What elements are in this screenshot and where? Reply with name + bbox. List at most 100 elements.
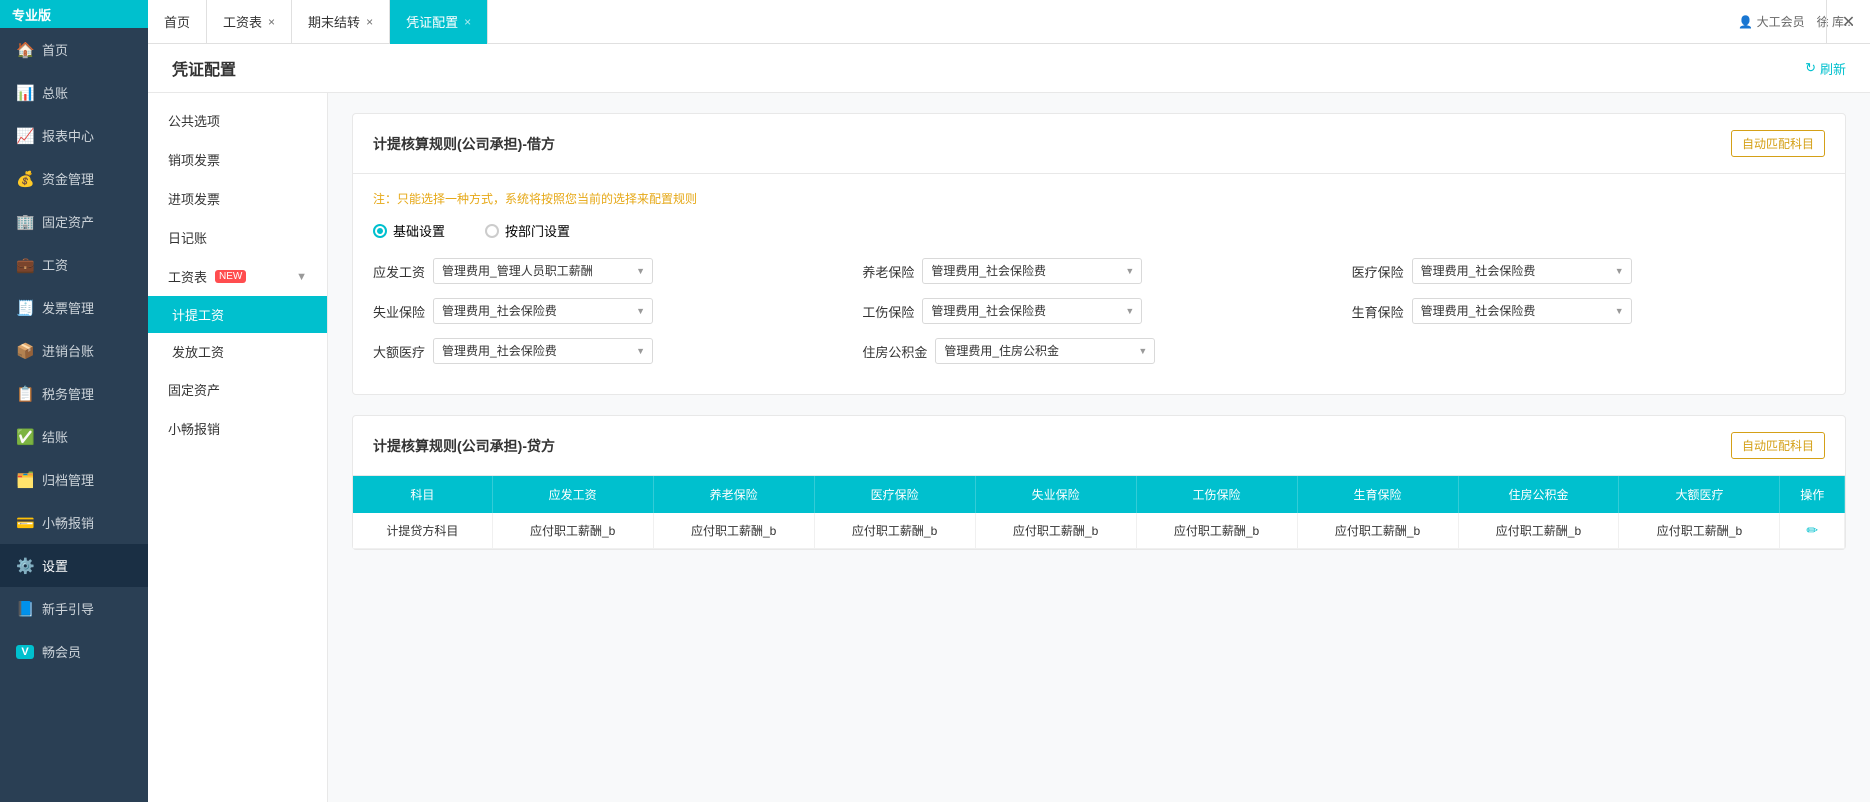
- unemployment-select[interactable]: 管理费用_社会保险费: [433, 298, 653, 324]
- main-content: 首页 工资表 × 期末结转 × 凭证配置 × 👤 大工会员 徐 库... ✕ 凭…: [148, 0, 1870, 802]
- tab-salary-table-close[interactable]: ×: [268, 15, 275, 29]
- col-subject: 科目: [353, 476, 492, 513]
- credit-table-wrapper: 科目 应发工资 养老保险 医疗保险 失业保险 工伤保险 生育保险 住房公积金 大…: [353, 476, 1845, 549]
- tab-salary-table-label: 工资表: [223, 12, 262, 31]
- debit-field-salary: 应发工资 管理费用_管理人员职工薪酬: [373, 258, 846, 284]
- col-pension: 养老保险: [653, 476, 814, 513]
- left-nav-item-label: 计提工资: [172, 308, 224, 323]
- radio-group: 基础设置 按部门设置: [373, 221, 1825, 240]
- unemployment-select-wrapper: 管理费用_社会保险费: [433, 298, 653, 324]
- sidebar-item-home[interactable]: 🏠 首页: [0, 28, 148, 71]
- xiaochang-icon: 💳: [16, 514, 34, 532]
- injury-label: 工伤保险: [862, 302, 914, 321]
- left-nav-item-journal[interactable]: 日记账: [148, 218, 327, 257]
- app-edition: 专业版: [12, 5, 51, 24]
- member-icon: V: [16, 645, 34, 659]
- tab-salary-table[interactable]: 工资表 ×: [207, 0, 292, 44]
- debit-section-body: 注：只能选择一种方式，系统将按照您当前的选择来配置规则 基础设置 按部门设置: [353, 174, 1845, 394]
- assets-icon: 🏢: [16, 213, 34, 231]
- window-close-button[interactable]: ✕: [1826, 0, 1870, 44]
- close-period-icon: ✅: [16, 428, 34, 446]
- pension-select-wrapper: 管理费用_社会保险费: [922, 258, 1142, 284]
- left-nav-item-label: 小畅报销: [168, 419, 220, 438]
- cell-unemployment: 应付职工薪酬_b: [975, 513, 1136, 549]
- pension-label: 养老保险: [862, 262, 914, 281]
- maternity-select[interactable]: 管理费用_社会保险费: [1412, 298, 1632, 324]
- left-nav-item-xiaochang[interactable]: 小畅报销: [148, 409, 327, 448]
- sidebar-item-archive[interactable]: 🗂️ 归档管理: [0, 458, 148, 501]
- sidebar-item-label: 税务管理: [42, 384, 94, 403]
- sidebar-item-reports[interactable]: 📈 报表中心: [0, 114, 148, 157]
- debit-field-pension: 养老保险 管理费用_社会保险费: [862, 258, 1335, 284]
- tab-period-close-label: 期末结转: [308, 12, 360, 31]
- salary-select[interactable]: 管理费用_管理人员职工薪酬: [433, 258, 653, 284]
- major-medical-select-wrapper: 管理费用_社会保险费: [433, 338, 653, 364]
- sidebar-item-capital[interactable]: 💰 资金管理: [0, 157, 148, 200]
- cell-maternity: 应付职工薪酬_b: [1297, 513, 1458, 549]
- housing-select[interactable]: 管理费用_住房公积金: [935, 338, 1155, 364]
- sidebar-item-xiaochang[interactable]: 💳 小畅报销: [0, 501, 148, 544]
- cell-salary: 应付职工薪酬_b: [492, 513, 653, 549]
- maternity-select-wrapper: 管理费用_社会保险费: [1412, 298, 1632, 324]
- cell-major-medical: 应付职工薪酬_b: [1619, 513, 1780, 549]
- tab-home[interactable]: 首页: [148, 0, 207, 44]
- sidebar-item-member[interactable]: V 畅会员: [0, 630, 148, 673]
- credit-auto-match-button[interactable]: 自动匹配科目: [1731, 432, 1825, 459]
- sidebar-item-label: 设置: [42, 556, 68, 575]
- sidebar-item-close[interactable]: ✅ 结账: [0, 415, 148, 458]
- col-salary: 应发工资: [492, 476, 653, 513]
- left-nav-item-fixed-assets[interactable]: 固定资产: [148, 370, 327, 409]
- ledger-icon: 📊: [16, 84, 34, 102]
- sidebar-item-label: 固定资产: [42, 212, 94, 231]
- sidebar-item-invoice[interactable]: 🧾 发票管理: [0, 286, 148, 329]
- left-nav-item-label: 发放工资: [172, 345, 224, 360]
- pension-select[interactable]: 管理费用_社会保险费: [922, 258, 1142, 284]
- tab-period-close-close[interactable]: ×: [366, 15, 373, 29]
- radio-basic-label: 基础设置: [393, 221, 445, 240]
- sidebar-item-settings[interactable]: ⚙️ 设置: [0, 544, 148, 587]
- sidebar-item-assets[interactable]: 🏢 固定资产: [0, 200, 148, 243]
- debit-field-maternity: 生育保险 管理费用_社会保险费: [1352, 298, 1825, 324]
- tax-icon: 📋: [16, 385, 34, 403]
- radio-basic[interactable]: 基础设置: [373, 221, 445, 240]
- sidebar-item-label: 工资: [42, 255, 68, 274]
- cell-medical: 应付职工薪酬_b: [814, 513, 975, 549]
- left-nav-item-label: 固定资产: [168, 380, 220, 399]
- left-nav-item-pay-salary[interactable]: 发放工资: [148, 333, 327, 370]
- major-medical-select[interactable]: 管理费用_社会保险费: [433, 338, 653, 364]
- left-nav-item-salary-table[interactable]: 工资表 NEW ▼: [148, 257, 327, 296]
- injury-select[interactable]: 管理费用_社会保险费: [922, 298, 1142, 324]
- sidebar-item-tax[interactable]: 📋 税务管理: [0, 372, 148, 415]
- debit-form-row-1: 应发工资 管理费用_管理人员职工薪酬 养老保险 管理费用: [373, 258, 1825, 284]
- left-nav-item-public[interactable]: 公共选项: [148, 101, 327, 140]
- left-nav-item-red-invoice[interactable]: 销项发票: [148, 140, 327, 179]
- refresh-button[interactable]: ↻ 刷新: [1805, 59, 1846, 78]
- sidebar-item-label: 进销台账: [42, 341, 94, 360]
- sidebar-item-label: 结账: [42, 427, 68, 446]
- radio-department[interactable]: 按部门设置: [485, 221, 570, 240]
- sidebar-item-salary[interactable]: 💼 工资: [0, 243, 148, 286]
- tab-voucher-config-close[interactable]: ×: [464, 15, 471, 29]
- medical-select[interactable]: 管理费用_社会保险费: [1412, 258, 1632, 284]
- sidebar-item-ledger[interactable]: 📊 总账: [0, 71, 148, 114]
- housing-label: 住房公积金: [862, 342, 927, 361]
- salary-icon: 💼: [16, 256, 34, 274]
- debit-form-row-2: 失业保险 管理费用_社会保险费 工伤保险 管理费用_社会: [373, 298, 1825, 324]
- col-unemployment: 失业保险: [975, 476, 1136, 513]
- debit-auto-match-button[interactable]: 自动匹配科目: [1731, 130, 1825, 157]
- sidebar-item-guide[interactable]: 📘 新手引导: [0, 587, 148, 630]
- left-nav-item-input-invoice[interactable]: 进项发票: [148, 179, 327, 218]
- cell-injury: 应付职工薪酬_b: [1136, 513, 1297, 549]
- left-nav-item-label: 销项发票: [168, 150, 220, 169]
- sidebar: 专业版 🏠 首页 📊 总账 📈 报表中心 💰 资金管理 🏢 固定资产 💼 工资 …: [0, 0, 148, 802]
- sidebar-item-label: 总账: [42, 83, 68, 102]
- sidebar-item-label: 发票管理: [42, 298, 94, 317]
- left-nav-item-calc-salary[interactable]: 计提工资: [148, 296, 327, 333]
- tab-voucher-config[interactable]: 凭证配置 ×: [390, 0, 488, 44]
- tab-period-close[interactable]: 期末结转 ×: [292, 0, 390, 44]
- sidebar-item-inventory[interactable]: 📦 进销台账: [0, 329, 148, 372]
- edit-row-button[interactable]: ✏: [1806, 522, 1818, 538]
- capital-icon: 💰: [16, 170, 34, 188]
- page-header: 凭证配置 ↻ 刷新: [148, 44, 1870, 93]
- debit-field-injury: 工伤保险 管理费用_社会保险费: [862, 298, 1335, 324]
